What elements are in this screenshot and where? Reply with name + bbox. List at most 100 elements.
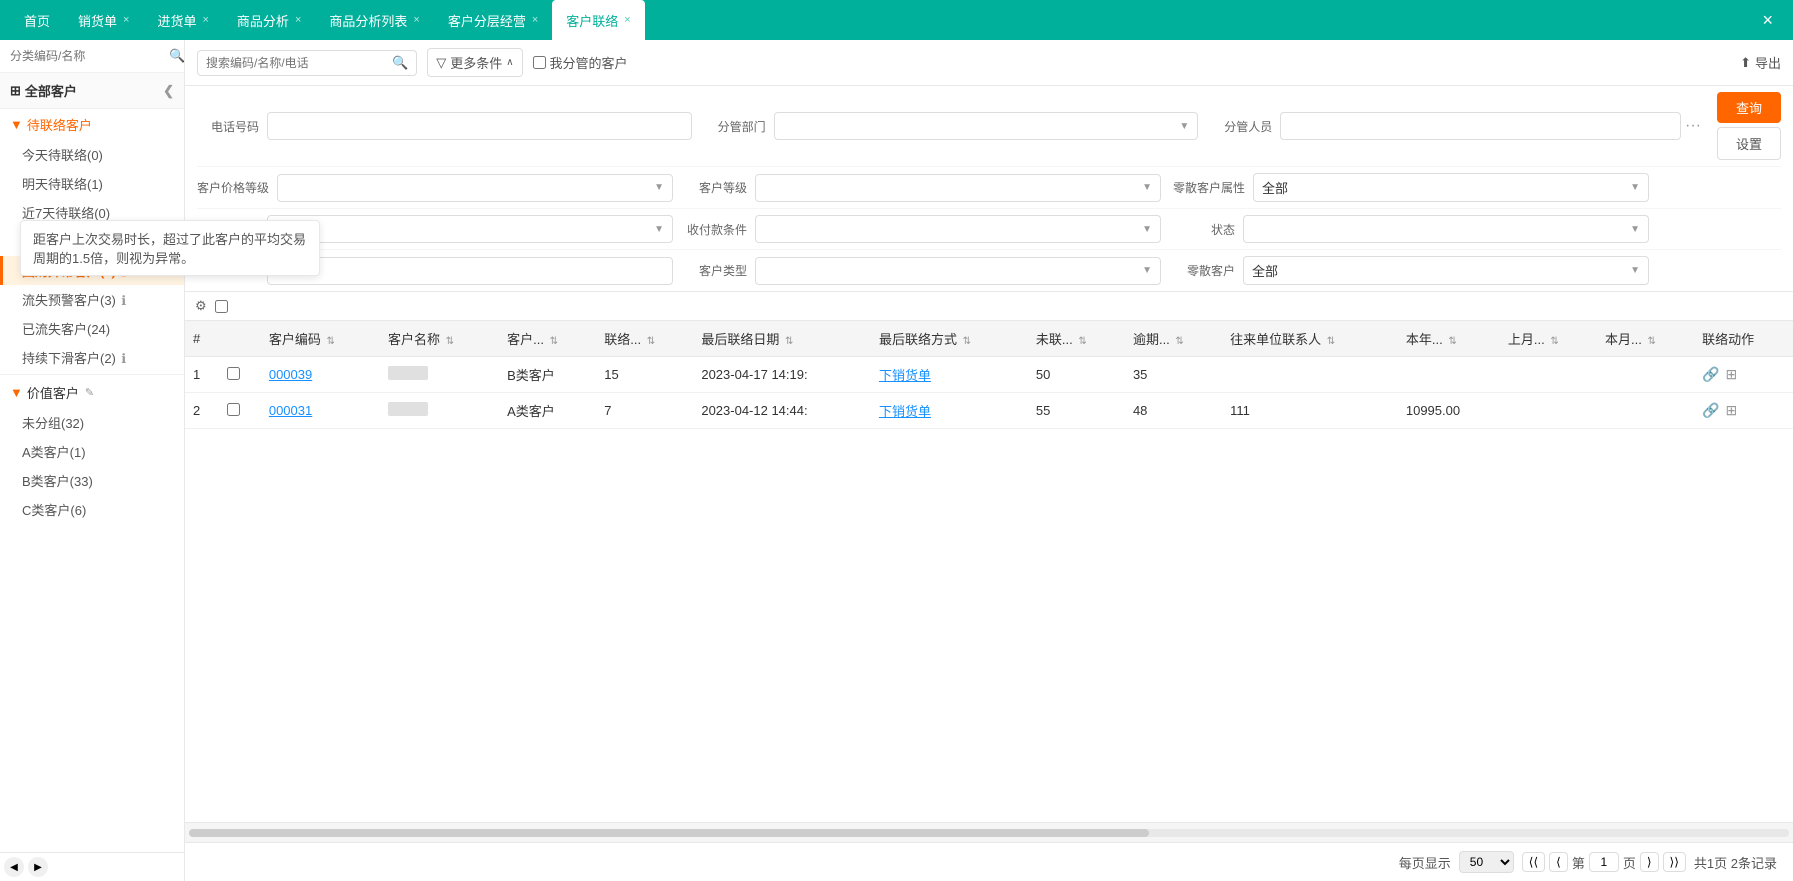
- filter-customer-grade-select[interactable]: ▼: [755, 174, 1161, 202]
- sidebar-group-pending[interactable]: ▼ 待联络客户: [0, 109, 184, 140]
- filter-retail-attr-select[interactable]: 全部 ▼: [1253, 173, 1649, 202]
- tab-sales[interactable]: 销货单 ×: [64, 0, 143, 40]
- query-button[interactable]: 查询: [1717, 92, 1781, 123]
- filter-ellipsis-input[interactable]: [267, 257, 673, 285]
- filter-phone-input[interactable]: [267, 112, 692, 140]
- page-first-button[interactable]: ⟨⟨: [1522, 852, 1545, 872]
- sidebar-item-churned[interactable]: 已流失客户(24): [0, 314, 184, 343]
- filter-price-grade-caret: ▼: [654, 182, 664, 193]
- col-type-sort[interactable]: ⇅: [550, 336, 558, 347]
- sidebar-bottom-nav: ◀ ▶: [0, 852, 184, 881]
- filter-manager-ellipsis[interactable]: ···: [1681, 117, 1705, 135]
- col-this-month-sort[interactable]: ⇅: [1647, 336, 1655, 347]
- tab-product-analysis-close[interactable]: ×: [295, 14, 301, 26]
- col-contact-sort[interactable]: ⇅: [647, 336, 655, 347]
- sidebar-item-declining[interactable]: 持续下滑客户(2) ℹ: [0, 343, 184, 372]
- sidebar-item-c-class[interactable]: C类客户(6): [0, 495, 184, 524]
- page-next-button[interactable]: ⟩: [1640, 852, 1659, 872]
- col-last-month-sort[interactable]: ⇅: [1550, 336, 1558, 347]
- my-customer-checkbox[interactable]: [533, 56, 546, 69]
- declining-info-icon: ℹ: [121, 351, 126, 366]
- cell-method-1[interactable]: 下销货单: [871, 357, 1028, 393]
- page-prev-button[interactable]: ⟨: [1549, 852, 1568, 872]
- tab-product-analysis[interactable]: 商品分析 ×: [223, 0, 315, 40]
- filter-row-3: 性质 ▼ 收付款条件 ▼ 状态: [197, 209, 1781, 250]
- tab-customer-tier[interactable]: 客户分层经营 ×: [434, 0, 552, 40]
- tab-home-label: 首页: [24, 11, 50, 30]
- sidebar-nav-left[interactable]: ◀: [4, 857, 24, 877]
- page-number-input[interactable]: [1589, 852, 1619, 872]
- filter-customer-type-select[interactable]: ▼: [755, 257, 1161, 285]
- select-all-checkbox[interactable]: [215, 300, 228, 313]
- my-customer-checkbox-group: 我分管的客户: [533, 53, 628, 72]
- page-last-button[interactable]: ⟩⟩: [1663, 852, 1686, 872]
- filter-price-grade-select[interactable]: ▼: [277, 174, 673, 202]
- col-method-sort[interactable]: ⇅: [963, 336, 971, 347]
- cell-code-1[interactable]: 000039: [261, 357, 380, 393]
- export-button[interactable]: ⬆ 导出: [1740, 53, 1781, 72]
- per-page-select[interactable]: 50 20 100: [1459, 851, 1514, 873]
- sidebar-group-value[interactable]: ▼ 价值客户 ✎: [0, 377, 184, 408]
- action-link-icon-1[interactable]: 🔗: [1702, 366, 1719, 383]
- sidebar-item-ungroup[interactable]: 未分组(32): [0, 408, 184, 437]
- sidebar-spacer: [0, 524, 184, 852]
- tab-customer-tier-close[interactable]: ×: [532, 14, 538, 26]
- set-button[interactable]: 设置: [1717, 127, 1781, 160]
- export-icon: ⬆: [1740, 55, 1751, 71]
- cell-method-2[interactable]: 下销货单: [871, 393, 1028, 429]
- tab-home[interactable]: 首页: [10, 0, 64, 40]
- filter-manager-input[interactable]: [1280, 112, 1681, 140]
- tab-customer-contact-close[interactable]: ×: [624, 14, 630, 26]
- sidebar-item-b-class[interactable]: B类客户(33): [0, 466, 184, 495]
- sidebar-item-today-pending-label: 今天待联络(0): [22, 148, 103, 163]
- tab-customer-contact[interactable]: 客户联络 ×: [552, 0, 644, 40]
- sidebar-search-input[interactable]: [10, 49, 165, 63]
- col-name-sort[interactable]: ⇅: [446, 336, 454, 347]
- sidebar-item-tomorrow-pending[interactable]: 明天待联络(1): [0, 169, 184, 198]
- row1-checkbox[interactable]: [227, 367, 240, 380]
- col-this-year-sort[interactable]: ⇅: [1448, 336, 1456, 347]
- tab-purchase-close[interactable]: ×: [202, 14, 208, 26]
- tab-product-analysis-list[interactable]: 商品分析列表 ×: [315, 0, 433, 40]
- filter-payment-select[interactable]: ▼: [755, 215, 1161, 243]
- sidebar-nav-right[interactable]: ▶: [28, 857, 48, 877]
- row2-checkbox[interactable]: [227, 403, 240, 416]
- col-name: 客户名称 ⇅: [380, 321, 499, 357]
- filter-nature-select[interactable]: ▼: [267, 215, 673, 243]
- filter-search-icon[interactable]: 🔍: [392, 55, 408, 71]
- sidebar-item-a-class-label: A类客户(1): [22, 445, 86, 460]
- col-code-sort[interactable]: ⇅: [326, 336, 334, 347]
- total-records-label: 共1页 2条记录: [1694, 853, 1777, 872]
- filter-search-input[interactable]: [206, 56, 386, 70]
- action-grid-icon-2[interactable]: ⊞: [1726, 402, 1738, 419]
- col-date-sort[interactable]: ⇅: [785, 336, 793, 347]
- table-settings-icon[interactable]: ⚙: [195, 298, 207, 314]
- cell-contact-2: 7: [596, 393, 693, 429]
- filter-status-select[interactable]: ▼: [1243, 215, 1649, 243]
- sidebar-search-icon[interactable]: 🔍: [169, 48, 185, 64]
- filter-retail-customer-select[interactable]: 全部 ▼: [1243, 256, 1649, 285]
- more-filters-button[interactable]: ▽ 更多条件 ∧: [427, 48, 522, 77]
- action-link-icon-2[interactable]: 🔗: [1702, 402, 1719, 419]
- cell-code-2[interactable]: 000031: [261, 393, 380, 429]
- sidebar-item-a-class[interactable]: A类客户(1): [0, 437, 184, 466]
- sidebar-item-today-pending[interactable]: 今天待联络(0): [0, 140, 184, 169]
- action-grid-icon-1[interactable]: ⊞: [1726, 366, 1738, 383]
- sidebar-item-ungroup-label: 未分组(32): [22, 416, 84, 431]
- window-close-button[interactable]: ×: [1752, 10, 1783, 31]
- col-no-contact: 未联... ⇅: [1028, 321, 1125, 357]
- col-no-contact-sort[interactable]: ⇅: [1078, 336, 1086, 347]
- sidebar-item-b-class-label: B类客户(33): [22, 474, 93, 489]
- sidebar-all-customers[interactable]: ⊞ 全部客户 ❮: [0, 73, 184, 109]
- horizontal-scrollbar[interactable]: [185, 822, 1793, 842]
- col-contacts-sort[interactable]: ⇅: [1327, 336, 1335, 347]
- edit-icon[interactable]: ✎: [85, 386, 94, 399]
- tab-product-analysis-list-close[interactable]: ×: [413, 14, 419, 26]
- col-overdue-sort[interactable]: ⇅: [1175, 336, 1183, 347]
- tab-sales-close[interactable]: ×: [123, 14, 129, 26]
- tab-purchase[interactable]: 进货单 ×: [143, 0, 222, 40]
- sidebar-item-churn-warning[interactable]: 流失预警客户(3) ℹ: [0, 285, 184, 314]
- sidebar-collapse-icon[interactable]: ❮: [163, 83, 174, 99]
- filter-dept-select[interactable]: ▼: [774, 112, 1199, 140]
- scrollbar-thumb[interactable]: [189, 829, 1149, 837]
